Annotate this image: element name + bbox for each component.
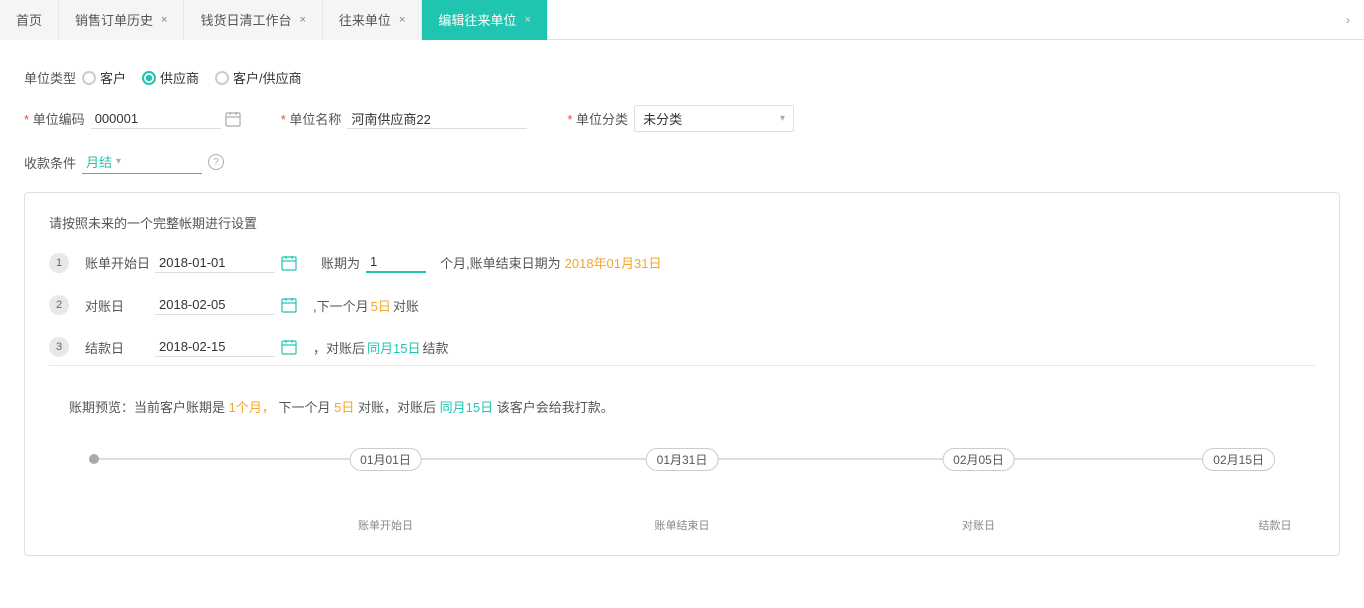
period-title: 请按照未来的一个完整帐期进行设置: [49, 213, 1315, 232]
tab-arrow[interactable]: ›: [1340, 13, 1364, 27]
preview-text2: 对账，对账后: [358, 400, 436, 415]
tab-partner-close[interactable]: ×: [399, 14, 405, 26]
unit-info-row: 单位编码 单位名称 单位分类 未分类 ▾: [24, 105, 1340, 132]
main-content: 单位类型 客户 供应商 客户/供应商 单位编码 单位名称: [0, 40, 1364, 608]
tab-sales-order-history[interactable]: 销售订单历史 ×: [59, 0, 184, 40]
timeline-label-2: 账单结束日: [655, 517, 710, 533]
unit-category-group: 单位分类 未分类 ▾: [567, 105, 794, 132]
tab-cash-close[interactable]: ×: [299, 14, 305, 26]
preview-text: 账期预览：当前客户账期是 1个月， 下一个月 5日 对账，对账后 同月15日 该…: [69, 400, 614, 415]
timeline-section: 01月01日 01月31日 02月05日 02月15日: [49, 433, 1315, 535]
period-desc-3-highlight: 同月15日: [367, 338, 420, 357]
unit-type-radio-group: 客户 供应商 客户/供应商: [82, 68, 302, 87]
payment-condition-dropdown[interactable]: 月结 ▾: [82, 150, 202, 174]
preview-highlight1: 1个月，: [229, 400, 275, 415]
radio-customer-supplier[interactable]: 客户/供应商: [215, 68, 302, 87]
tab-edit-partner[interactable]: 编辑往来单位 ×: [422, 0, 547, 40]
preview-section: 账期预览：当前客户账期是 1个月， 下一个月 5日 对账，对账后 同月15日 该…: [49, 382, 1315, 433]
radio-customer-supplier-label: 客户/供应商: [233, 68, 302, 87]
radio-supplier-circle: [142, 71, 156, 85]
unit-code-input[interactable]: [91, 109, 221, 129]
period-num-1: 1: [49, 253, 69, 273]
preview-prefix: 账期预览：当前客户账期是: [69, 400, 225, 415]
radio-supplier-label: 供应商: [160, 68, 199, 87]
unit-code-label: 单位编码: [24, 109, 85, 128]
period-row-1: 1 账单开始日 账期为 个月,账单结束日期为 2018年01月31日: [49, 252, 1315, 273]
unit-type-label: 单位类型: [24, 68, 76, 87]
tabs-bar: 首页 销售订单历史 × 钱货日清工作台 × 往来单位 × 编辑往来单位 × ›: [0, 0, 1364, 40]
tab-sales-close[interactable]: ×: [161, 14, 167, 26]
unit-category-label: 单位分类: [567, 109, 628, 128]
timeline-label-1: 账单开始日: [358, 517, 413, 533]
unit-category-chevron: ▾: [780, 113, 785, 124]
tab-cash-label: 钱货日清工作台: [200, 10, 291, 29]
tab-sales-label: 销售订单历史: [75, 10, 153, 29]
unit-name-group: 单位名称: [281, 109, 528, 129]
timeline-node-1: 01月01日: [349, 448, 422, 471]
radio-customer-supplier-circle: [215, 71, 229, 85]
tab-edit-partner-close[interactable]: ×: [524, 14, 530, 26]
preview-highlight2: 5日: [334, 400, 354, 415]
period-row-2: 2 对账日 ,下一个月 5日 对账: [49, 295, 1315, 315]
period-num-2: 2: [49, 295, 69, 315]
timeline-node-4: 02月15日: [1202, 448, 1275, 471]
period-desc-1-pre: 账期为: [321, 253, 360, 272]
radio-customer[interactable]: 客户: [82, 68, 126, 87]
period-calendar-2[interactable]: [281, 297, 297, 313]
unit-code-calendar-icon[interactable]: [225, 111, 241, 127]
radio-supplier[interactable]: 供应商: [142, 68, 199, 87]
period-desc-2-highlight: 5日: [371, 296, 391, 315]
tab-partner[interactable]: 往来单位 ×: [323, 0, 422, 40]
unit-type-row: 单位类型 客户 供应商 客户/供应商: [24, 68, 1340, 87]
period-desc-2-post: 对账: [393, 296, 419, 315]
timeline-label-4: 结款日: [1259, 517, 1292, 533]
payment-condition-row: 收款条件 月结 ▾ ?: [24, 150, 1340, 174]
period-date-input-2[interactable]: [155, 295, 275, 315]
period-box: 请按照未来的一个完整帐期进行设置 1 账单开始日 账期为 个月,账单结束日期为 …: [24, 192, 1340, 556]
tab-partner-label: 往来单位: [339, 10, 391, 29]
payment-condition-chevron: ▾: [116, 156, 121, 167]
period-desc-2-pre: ,下一个月: [313, 296, 369, 315]
timeline-label-3: 对账日: [962, 517, 995, 533]
radio-customer-circle: [82, 71, 96, 85]
period-month-input[interactable]: [366, 252, 426, 273]
period-desc-3-post: 结款: [422, 338, 448, 357]
period-end-date: 2018年01月31日: [565, 253, 662, 272]
payment-condition-label: 收款条件: [24, 153, 76, 172]
period-num-3: 3: [49, 337, 69, 357]
period-desc-3-pre: ，对账后: [313, 338, 365, 357]
period-label-1: 账单开始日: [85, 253, 155, 272]
period-label-3: 结款日: [85, 338, 155, 357]
radio-customer-label: 客户: [100, 68, 126, 87]
period-calendar-1[interactable]: [281, 255, 297, 271]
period-date-input-3[interactable]: [155, 337, 275, 357]
unit-category-value: 未分类: [643, 109, 682, 128]
preview-highlight3: 同月15日: [440, 400, 493, 415]
unit-name-input[interactable]: [347, 109, 527, 129]
unit-name-label: 单位名称: [281, 109, 342, 128]
period-row-3: 3 结款日 ，对账后 同月15日 结款: [49, 337, 1315, 357]
period-desc-1-post: 个月,账单结束日期为: [440, 253, 561, 272]
unit-category-dropdown[interactable]: 未分类 ▾: [634, 105, 794, 132]
tab-cash-work[interactable]: 钱货日清工作台 ×: [184, 0, 322, 40]
help-icon[interactable]: ?: [208, 154, 224, 170]
tab-edit-partner-label: 编辑往来单位: [438, 10, 516, 29]
preview-text1: 下一个月: [279, 400, 331, 415]
payment-condition-value: 月结: [86, 152, 112, 171]
preview-suffix: 该客户会给我打款。: [497, 400, 614, 415]
tab-home-label: 首页: [16, 10, 42, 29]
unit-code-group: 单位编码: [24, 109, 241, 129]
period-calendar-3[interactable]: [281, 339, 297, 355]
period-date-input-1[interactable]: [155, 253, 275, 273]
period-label-2: 对账日: [85, 296, 155, 315]
timeline-node-2: 01月31日: [646, 448, 719, 471]
timeline-node-3: 02月05日: [942, 448, 1015, 471]
tab-home[interactable]: 首页: [0, 0, 59, 40]
